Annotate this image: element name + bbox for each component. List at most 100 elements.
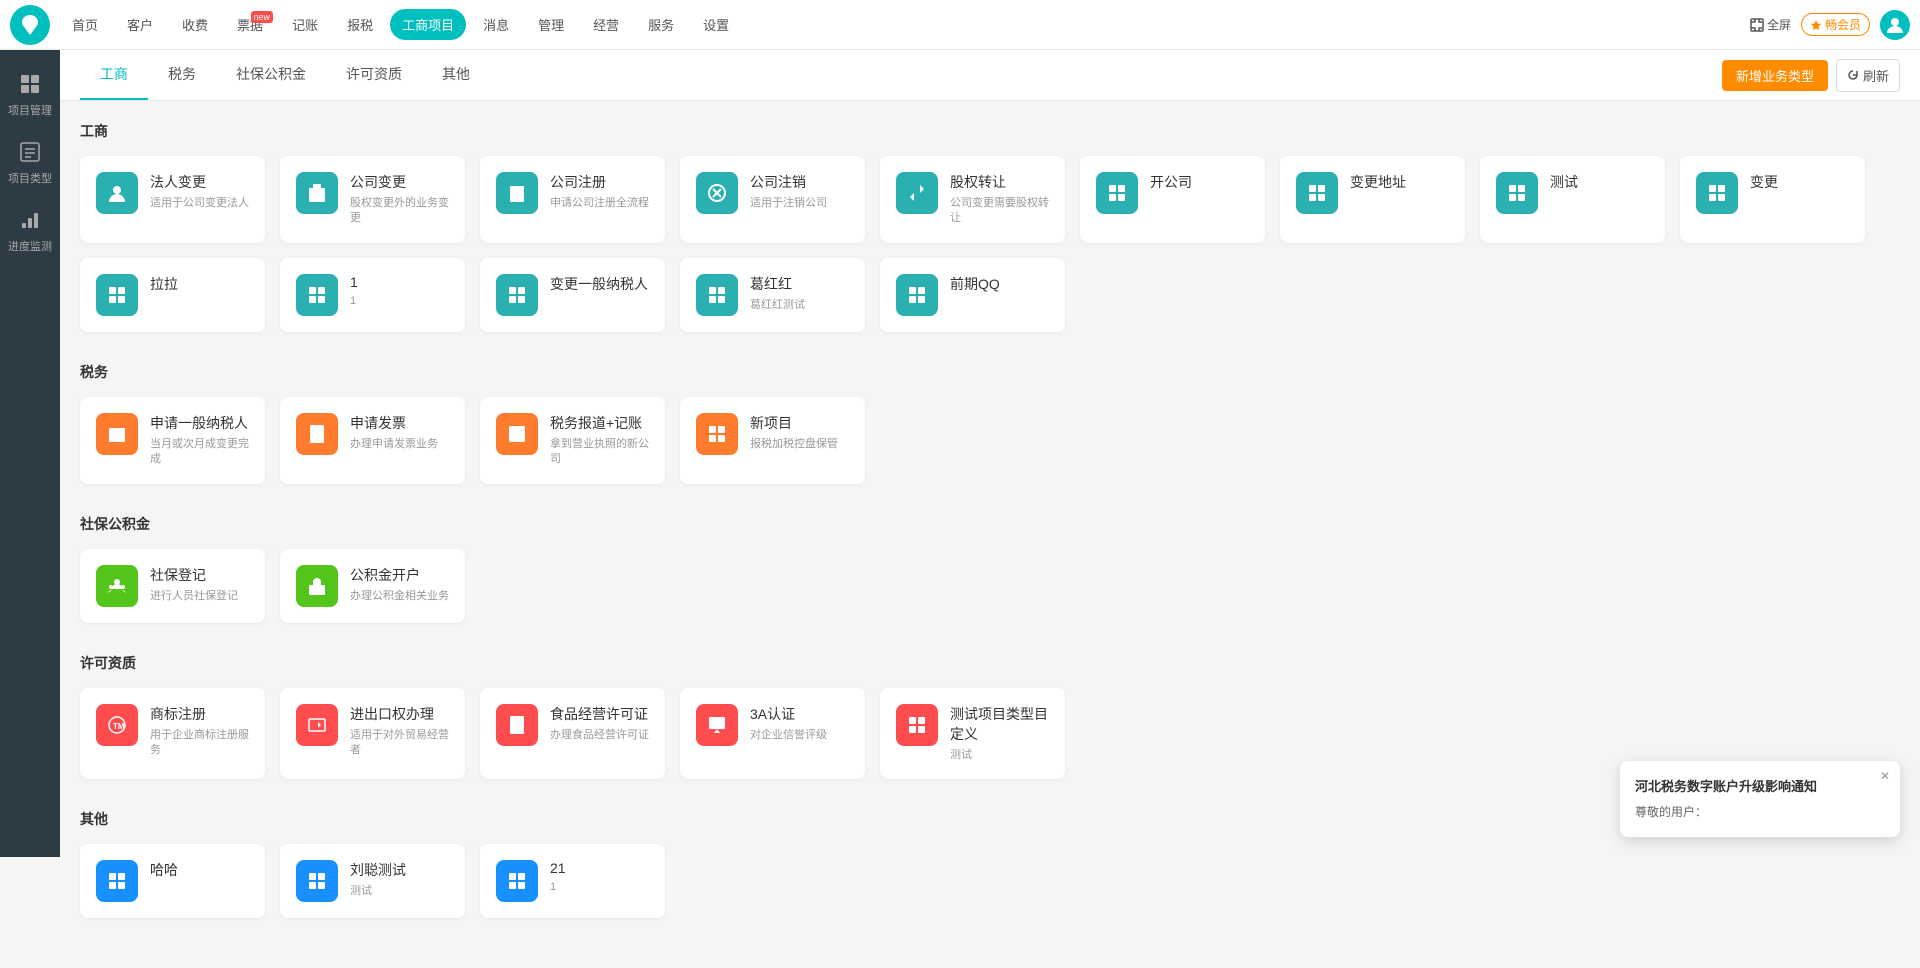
btn-new-type[interactable]: 新增业务类型 bbox=[1722, 60, 1828, 91]
card-item[interactable]: TM 商标注册 用于企业商标注册服务 bbox=[80, 688, 265, 779]
card-desc: 葛红红测试 bbox=[750, 298, 805, 313]
card-text: 变更一般纳税人 bbox=[550, 274, 648, 298]
card-title: 税务报道+记账 bbox=[550, 413, 649, 433]
nav-home[interactable]: 首页 bbox=[60, 9, 110, 40]
card-item[interactable]: 葛红红 葛红红测试 bbox=[680, 258, 865, 332]
card-desc: 测试 bbox=[350, 884, 406, 899]
card-icon bbox=[96, 274, 138, 316]
card-item[interactable]: 开公司 bbox=[1080, 156, 1265, 243]
card-icon bbox=[1696, 172, 1738, 214]
nav-tax[interactable]: 报税 bbox=[335, 9, 385, 40]
card-item[interactable]: 进出口权办理 适用于对外贸易经营者 bbox=[280, 688, 465, 779]
card-title: 3A认证 bbox=[750, 704, 827, 724]
card-item[interactable]: 食品经营许可证 办理食品经营许可证 bbox=[480, 688, 665, 779]
card-item[interactable]: 拉拉 bbox=[80, 258, 265, 332]
shuiwu-cards: 申请一般纳税人 当月或次月成变更完成 申请发票 办理申请发票业务 税务报道+记账… bbox=[80, 397, 1900, 484]
card-item[interactable]: 新项目 报税加税控盘保管 bbox=[680, 397, 865, 484]
card-item[interactable]: 社保登记 进行人员社保登记 bbox=[80, 549, 265, 623]
card-item[interactable]: 法人变更 适用于公司变更法人 bbox=[80, 156, 265, 243]
card-desc: 适用于对外贸易经营者 bbox=[350, 728, 449, 759]
card-desc: 报税加税控盘保管 bbox=[750, 437, 838, 452]
card-icon bbox=[896, 274, 938, 316]
tab-qita[interactable]: 其他 bbox=[422, 50, 490, 100]
card-title: 食品经营许可证 bbox=[550, 704, 649, 724]
nav-bookkeeping[interactable]: 记账 bbox=[280, 9, 330, 40]
card-item[interactable]: 测试项目类型目定义 测试 bbox=[880, 688, 1065, 779]
card-text: 股权转让 公司变更需要股权转让 bbox=[950, 172, 1049, 227]
nav-operation[interactable]: 经营 bbox=[581, 9, 631, 40]
svg-text:TM: TM bbox=[113, 722, 125, 731]
gongshang-cards: 法人变更 适用于公司变更法人 公司变更 股权变更外的业务变更 公司注册 申请公司… bbox=[80, 156, 1900, 332]
card-title: 公司注册 bbox=[550, 172, 649, 192]
card-title: 开公司 bbox=[1150, 172, 1192, 192]
card-item[interactable]: 变更一般纳税人 bbox=[480, 258, 665, 332]
card-text: 前期QQ bbox=[950, 274, 1000, 298]
tab-shuiwu[interactable]: 税务 bbox=[148, 50, 216, 100]
nav-billing[interactable]: 收费 bbox=[170, 9, 220, 40]
card-item[interactable]: 变更地址 bbox=[1280, 156, 1465, 243]
card-title: 公司注销 bbox=[750, 172, 827, 192]
card-item[interactable]: 公司注销 适用于注销公司 bbox=[680, 156, 865, 243]
card-icon bbox=[696, 274, 738, 316]
avatar[interactable] bbox=[1880, 10, 1910, 40]
card-item[interactable]: 21 1 bbox=[480, 844, 665, 918]
card-item[interactable]: 测试 bbox=[1480, 156, 1665, 243]
sidebar-item-project-type[interactable]: 项目类型 bbox=[0, 128, 60, 196]
sidebar: 项目管理 项目类型 进度监测 bbox=[0, 50, 60, 857]
card-text: 社保登记 进行人员社保登记 bbox=[150, 565, 238, 604]
tab-gongshang[interactable]: 工商 bbox=[80, 50, 148, 100]
sidebar-item-progress[interactable]: 进度监测 bbox=[0, 196, 60, 264]
fullscreen-btn[interactable]: 全屏 bbox=[1750, 16, 1791, 33]
nav-right: 全屏 畅会员 bbox=[1750, 10, 1910, 40]
nav-items: 首页 客户 收费 票据 new 记账 报税 工商项目 消息 管理 经营 服务 设… bbox=[60, 9, 1750, 40]
nav-tickets[interactable]: 票据 new bbox=[225, 9, 275, 40]
card-title: 变更地址 bbox=[1350, 172, 1406, 192]
card-icon: TM bbox=[96, 704, 138, 746]
section-xuke-title: 许可资质 bbox=[80, 653, 1900, 673]
sidebar-label-project-manage: 项目管理 bbox=[8, 102, 52, 118]
card-item[interactable]: 3A认证 对企业信誉评级 bbox=[680, 688, 865, 779]
nav-settings[interactable]: 设置 bbox=[691, 9, 741, 40]
nav-service[interactable]: 服务 bbox=[636, 9, 686, 40]
card-icon bbox=[696, 704, 738, 746]
card-item[interactable]: 变更 bbox=[1680, 156, 1865, 243]
card-text: 葛红红 葛红红测试 bbox=[750, 274, 805, 313]
card-title: 股权转让 bbox=[950, 172, 1049, 192]
card-icon bbox=[96, 565, 138, 607]
sidebar-item-project-manage[interactable]: 项目管理 bbox=[0, 60, 60, 128]
card-item[interactable]: 刘聪测试 测试 bbox=[280, 844, 465, 918]
tab-xuke[interactable]: 许可资质 bbox=[326, 50, 422, 100]
card-item[interactable]: 申请一般纳税人 当月或次月成变更完成 bbox=[80, 397, 265, 484]
card-title: 申请一般纳税人 bbox=[150, 413, 249, 433]
nav-messages[interactable]: 消息 bbox=[471, 9, 521, 40]
member-btn[interactable]: 畅会员 bbox=[1801, 13, 1870, 36]
card-icon bbox=[496, 172, 538, 214]
card-icon bbox=[296, 413, 338, 455]
nav-manage[interactable]: 管理 bbox=[526, 9, 576, 40]
card-item[interactable]: 税务报道+记账 拿到营业执照的新公司 bbox=[480, 397, 665, 484]
list-icon bbox=[16, 138, 44, 166]
notification-close[interactable]: ✕ bbox=[1880, 769, 1890, 783]
btn-refresh[interactable]: 刷新 bbox=[1836, 59, 1900, 92]
nav-business[interactable]: 工商项目 bbox=[390, 9, 466, 40]
nav-customer[interactable]: 客户 bbox=[115, 9, 165, 40]
card-item[interactable]: 1 1 bbox=[280, 258, 465, 332]
card-icon bbox=[296, 274, 338, 316]
card-item[interactable]: 股权转让 公司变更需要股权转让 bbox=[880, 156, 1065, 243]
card-item[interactable]: 公积金开户 办理公积金相关业务 bbox=[280, 549, 465, 623]
card-item[interactable]: 公司注册 申请公司注册全流程 bbox=[480, 156, 665, 243]
card-desc: 适用于公司变更法人 bbox=[150, 196, 249, 211]
card-desc: 当月或次月成变更完成 bbox=[150, 437, 249, 468]
sidebar-label-project-type: 项目类型 bbox=[8, 170, 52, 186]
card-item[interactable]: 申请发票 办理申请发票业务 bbox=[280, 397, 465, 484]
tab-shebao[interactable]: 社保公积金 bbox=[216, 50, 326, 100]
card-text: 税务报道+记账 拿到营业执照的新公司 bbox=[550, 413, 649, 468]
card-item[interactable]: 前期QQ bbox=[880, 258, 1065, 332]
card-item[interactable]: 哈哈 bbox=[80, 844, 265, 918]
card-item[interactable]: 公司变更 股权变更外的业务变更 bbox=[280, 156, 465, 243]
card-text: 21 1 bbox=[550, 860, 566, 895]
card-title: 葛红红 bbox=[750, 274, 805, 294]
card-title: 法人变更 bbox=[150, 172, 249, 192]
card-icon bbox=[496, 704, 538, 746]
card-icon bbox=[96, 413, 138, 455]
